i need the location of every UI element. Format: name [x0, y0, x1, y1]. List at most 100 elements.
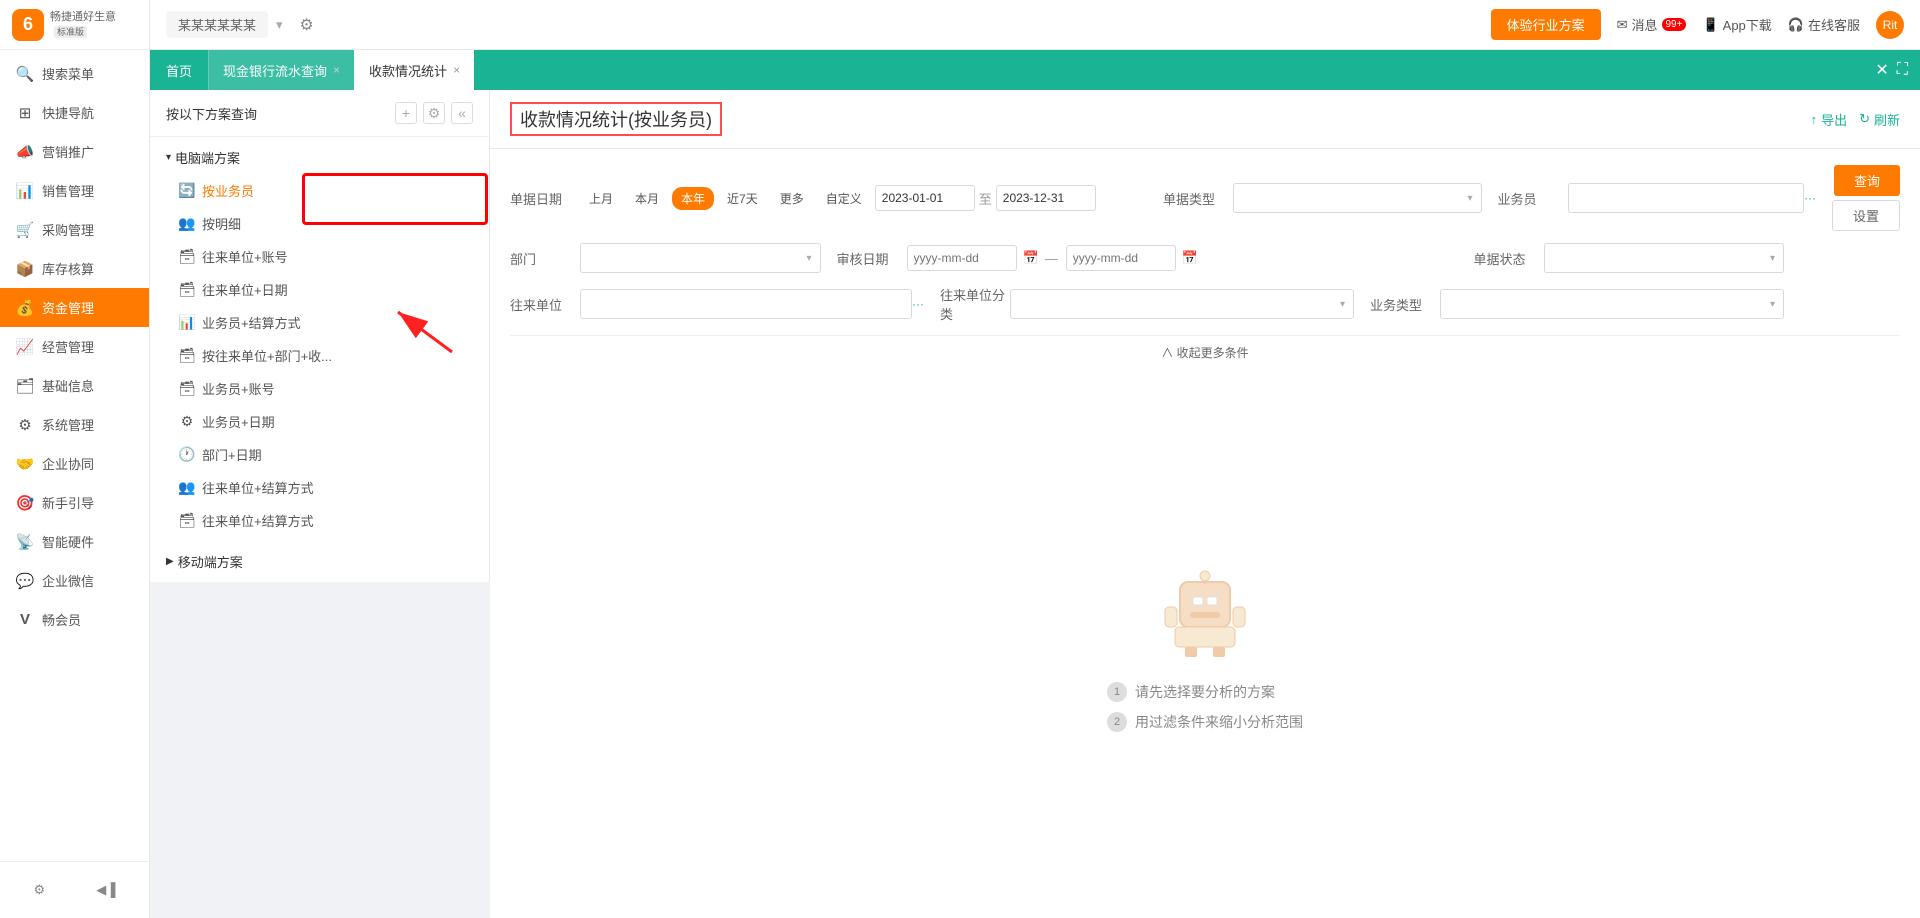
date-btn-more[interactable]: 更多 — [771, 187, 813, 210]
trial-btn[interactable]: 体验行业方案 — [1491, 9, 1601, 40]
export-btn[interactable]: ↑ 导出 — [1811, 110, 1848, 129]
dept-select[interactable]: ▾ — [580, 243, 821, 273]
calendar-end-icon[interactable]: 📅 — [1182, 250, 1198, 266]
export-icon: ↑ — [1811, 112, 1818, 127]
tree-node-partner-account[interactable]: 🗃 往来单位+账号 — [162, 240, 489, 273]
finance-icon: 💰 — [16, 299, 34, 317]
scheme-settings-btn[interactable]: ⚙ — [423, 102, 445, 124]
messages-btn[interactable]: ✉ 消息 99+ — [1617, 15, 1687, 34]
sidebar-item-enterprise[interactable]: 🤝 企业协同 — [0, 444, 149, 483]
online-service-btn[interactable]: 🎧 在线客服 — [1788, 15, 1860, 34]
tree-parent-desktop[interactable]: ▾ 电脑端方案 — [150, 141, 489, 174]
settings-btn[interactable]: 设置 — [1832, 200, 1900, 231]
date-btn-this-year[interactable]: 本年 — [672, 187, 714, 210]
tab-bar: 首页 现金银行流水查询 × 收款情况统计 × ✕ ⛶ — [150, 50, 1920, 90]
query-btn[interactable]: 查询 — [1834, 165, 1900, 196]
date-end-input[interactable] — [996, 185, 1096, 211]
doc-type-label: 单据类型 — [1163, 189, 1233, 208]
tab-collection-stats[interactable]: 收款情况统计 × — [354, 50, 474, 90]
sidebar-settings-btn[interactable]: ⚙ — [18, 874, 62, 906]
date-btn-custom[interactable]: 自定义 — [817, 187, 871, 210]
sidebar-item-guide[interactable]: 🎯 新手引导 — [0, 483, 149, 522]
top-header: 某某某某某某 ▾ ⚙ 体验行业方案 ✉ 消息 99+ 📱 App下载 � — [150, 0, 1920, 50]
sidebar-item-finance[interactable]: 💰 资金管理 — [0, 288, 149, 327]
salesperson-more-btn[interactable]: ··· — [1804, 191, 1816, 205]
sidebar-item-operations[interactable]: 📈 经营管理 — [0, 327, 149, 366]
tree-section-desktop: ▾ 电脑端方案 🔄 按业务员 👥 按明细 — [150, 137, 489, 541]
sidebar-item-marketing[interactable]: 📣 营销推广 — [0, 132, 149, 171]
partner-category-select[interactable]: ▾ — [1010, 289, 1354, 319]
vip-icon: V — [16, 611, 34, 629]
tree-node-by-detail[interactable]: 👥 按明细 — [162, 207, 489, 240]
tree-node-partner-dept-col[interactable]: 🗃 按往来单位+部门+收... — [162, 339, 489, 372]
tab-bank-flow[interactable]: 现金银行流水查询 × — [208, 50, 354, 90]
doc-type-arrow-icon: ▾ — [1467, 193, 1472, 204]
sidebar-item-system[interactable]: ⚙ 系统管理 — [0, 405, 149, 444]
inventory-icon: 📦 — [16, 260, 34, 278]
sidebar-item-basic[interactable]: 🗂 基础信息 — [0, 366, 149, 405]
search-menu-icon: 🔍 — [16, 65, 34, 83]
tree-node-partner-date[interactable]: 🗃 往来单位+日期 — [162, 273, 489, 306]
collapse-bar[interactable]: ∧ 收起更多条件 — [510, 335, 1900, 369]
tab-bank-flow-close[interactable]: × — [333, 63, 340, 77]
date-btn-this-month[interactable]: 本月 — [626, 187, 668, 210]
tree-children-desktop: 🔄 按业务员 👥 按明细 🗃 往来单位+账号 — [150, 174, 489, 537]
partner-more-btn[interactable]: ··· — [912, 297, 924, 311]
tree-node-partner-settle1[interactable]: 👥 往来单位+结算方式 — [162, 471, 489, 504]
edition-badge: 标准版 — [54, 26, 87, 38]
tree-node-salesperson-date[interactable]: ⚙ 业务员+日期 — [162, 405, 489, 438]
dept-label: 部门 — [510, 249, 580, 268]
refresh-btn[interactable]: ↻ 刷新 — [1859, 110, 1900, 129]
left-panel-header: 按以下方案查询 + ⚙ « — [150, 90, 489, 137]
breadcrumb-dropdown-icon[interactable]: ▾ — [276, 17, 283, 33]
sidebar: 6 畅捷通好生意 标准版 🔍 搜索菜单 ⊞ 快捷导航 📣 营销推广 📊 销售管理 — [0, 0, 150, 918]
sidebar-collapse-btn[interactable]: ◀▐ — [80, 874, 131, 906]
window-close-btn[interactable]: ✕ — [1875, 60, 1888, 80]
tab-collection-stats-close[interactable]: × — [453, 63, 460, 77]
collapse-panel-btn[interactable]: « — [451, 102, 473, 124]
tree-node-salesperson-account[interactable]: 🗃 业务员+账号 — [162, 372, 489, 405]
form-item-partner-category: 往来单位分类 ▾ — [940, 285, 1354, 323]
date-btn-7days[interactable]: 近7天 — [718, 187, 767, 210]
calendar-start-icon[interactable]: 📅 — [1023, 250, 1039, 266]
tree-node-salesperson-settle[interactable]: 📊 业务员+结算方式 — [162, 306, 489, 339]
review-date-start-input[interactable] — [907, 245, 1017, 271]
sidebar-item-quick-nav[interactable]: ⊞ 快捷导航 — [0, 93, 149, 132]
left-panel: 按以下方案查询 + ⚙ « — [150, 90, 490, 582]
date-start-input[interactable] — [875, 185, 975, 211]
header-settings-btn[interactable]: ⚙ — [291, 9, 323, 41]
biz-type-select[interactable]: ▾ — [1440, 289, 1784, 319]
date-btn-last-month[interactable]: 上月 — [580, 187, 622, 210]
add-scheme-btn[interactable]: + — [395, 102, 417, 124]
tree-node-partner-settle2[interactable]: 🗃 往来单位+结算方式 — [162, 504, 489, 537]
partner-input[interactable] — [580, 289, 912, 319]
header-left: 某某某某某某 ▾ ⚙ — [166, 9, 323, 41]
user-avatar[interactable]: Rit — [1876, 11, 1904, 39]
sidebar-item-smart[interactable]: 📡 智能硬件 — [0, 522, 149, 561]
collapse-arrow-icon: ◀▐ — [96, 882, 115, 898]
sidebar-item-sales[interactable]: 📊 销售管理 — [0, 171, 149, 210]
enterprise-icon: 🤝 — [16, 455, 34, 473]
form-item-date: 单据日期 上月 本月 本年 近7天 更多 自定义 至 — [510, 185, 1147, 211]
tree-parent-mobile[interactable]: ▶ 移动端方案 — [150, 545, 489, 578]
salesperson-label: 业务员 — [1498, 189, 1568, 208]
tab-home[interactable]: 首页 — [150, 50, 208, 90]
tree-node-by-salesperson[interactable]: 🔄 按业务员 — [162, 174, 489, 207]
empty-state: 1 请先选择要分析的方案 2 用过滤条件来缩小分析范围 — [490, 385, 1920, 918]
sidebar-item-vip[interactable]: V 畅会员 — [0, 600, 149, 639]
review-date-end-input[interactable] — [1066, 245, 1176, 271]
doc-type-select[interactable]: ▾ — [1233, 183, 1482, 213]
sidebar-item-search-menu[interactable]: 🔍 搜索菜单 — [0, 54, 149, 93]
sidebar-item-wechat[interactable]: 💬 企业微信 — [0, 561, 149, 600]
right-panel: 收款情况统计(按业务员) ↑ 导出 ↻ 刷新 — [490, 90, 1920, 918]
tree-node-dept-date[interactable]: 🕐 部门+日期 — [162, 438, 489, 471]
window-maximize-btn[interactable]: ⛶ — [1897, 61, 1908, 79]
date-label: 单据日期 — [510, 189, 580, 208]
sidebar-item-purchase[interactable]: 🛒 采购管理 — [0, 210, 149, 249]
salesperson-input[interactable] — [1568, 183, 1805, 213]
doc-status-select[interactable]: ▾ — [1544, 243, 1785, 273]
form-item-salesperson: 业务员 ··· — [1498, 183, 1817, 213]
sidebar-item-inventory[interactable]: 📦 库存核算 — [0, 249, 149, 288]
app-download-btn[interactable]: 📱 App下载 — [1702, 15, 1771, 34]
empty-step-2: 2 用过滤条件来缩小分析范围 — [1107, 712, 1303, 732]
